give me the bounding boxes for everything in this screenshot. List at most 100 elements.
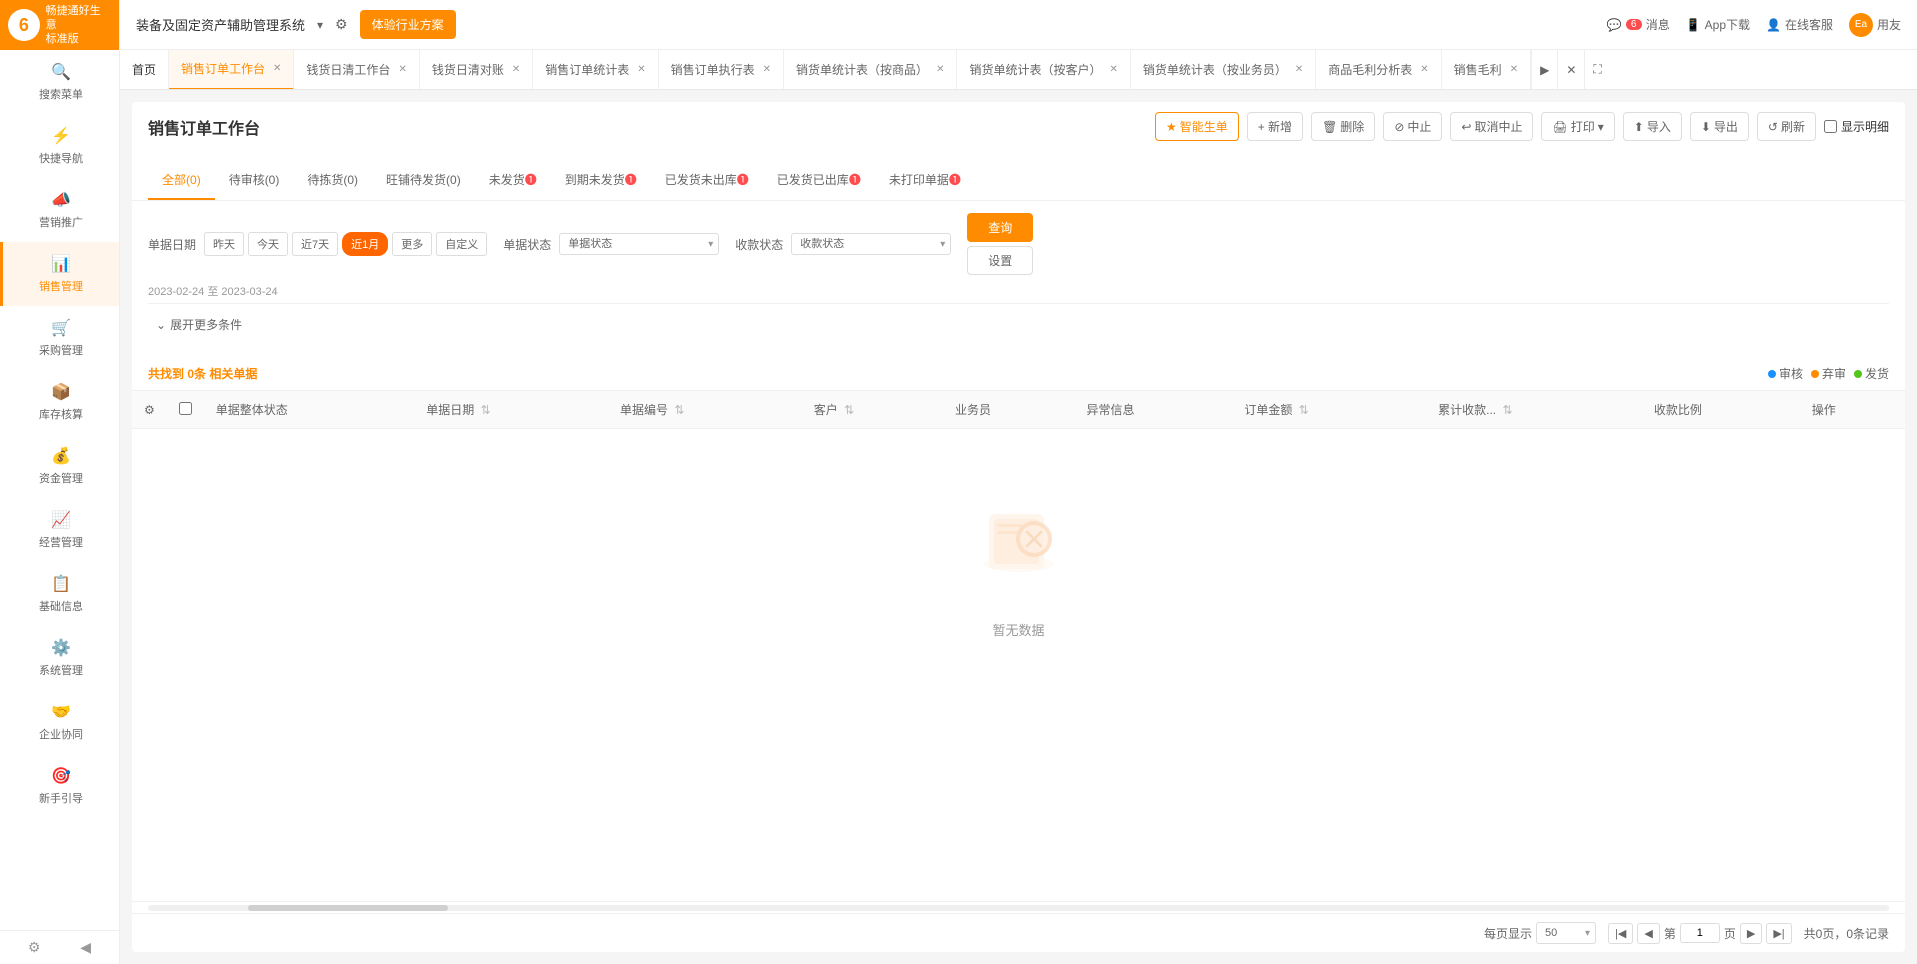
select-all-checkbox[interactable] bbox=[179, 402, 192, 415]
filter-tab-unprinted[interactable]: 未打印单据❶ bbox=[875, 161, 975, 200]
tab-cash-reconcile[interactable]: 钱货日清对账 ✕ bbox=[420, 50, 533, 90]
date-btn-7days[interactable]: 近7天 bbox=[292, 232, 338, 256]
expand-button[interactable]: ⌄ 展开更多条件 bbox=[148, 312, 1889, 337]
page-prev-btn[interactable]: ◀ bbox=[1637, 923, 1659, 944]
column-settings-icon[interactable]: ⚙ bbox=[144, 403, 155, 417]
show-detail-checkbox-label[interactable]: 显示明细 bbox=[1824, 118, 1889, 135]
filter-tab-pending-review[interactable]: 待审核(0) bbox=[215, 161, 294, 200]
sidebar-item-finance[interactable]: 💰 资金管理 bbox=[0, 434, 119, 498]
table-header-bar: 共找到 0条 相关单据 审核 bbox=[132, 357, 1905, 391]
add-button[interactable]: + 新增 bbox=[1247, 112, 1303, 141]
trial-button[interactable]: 体验行业方案 bbox=[360, 10, 456, 39]
collapse-icon[interactable]: ◀ bbox=[80, 939, 91, 956]
user-item[interactable]: Ea 用友 bbox=[1849, 13, 1901, 37]
online-service-item[interactable]: 👤 在线客服 bbox=[1766, 16, 1833, 33]
settings-icon[interactable]: ⚙ bbox=[28, 939, 41, 956]
sidebar-item-purchase[interactable]: 🛒 采购管理 bbox=[0, 306, 119, 370]
smart-order-button[interactable]: ★ 智能生单 bbox=[1155, 112, 1239, 141]
filter-tab-pending-inspect[interactable]: 待拣货(0) bbox=[293, 161, 372, 200]
page-number-input[interactable] bbox=[1680, 923, 1720, 943]
filter-tab-all[interactable]: 全部(0) bbox=[148, 161, 215, 200]
filter-tab-shipped-out[interactable]: 已发货已出库❶ bbox=[763, 161, 875, 200]
cancel-stop-button[interactable]: ↩ 取消中止 bbox=[1450, 112, 1533, 141]
date-btn-yesterday[interactable]: 昨天 bbox=[204, 232, 244, 256]
reject-btn[interactable]: 弃审 bbox=[1811, 365, 1846, 382]
sidebar-item-enterprise[interactable]: 🤝 企业协同 bbox=[0, 690, 119, 754]
basic-info-icon: 📋 bbox=[51, 574, 71, 594]
sidebar-item-system[interactable]: ⚙️ 系统管理 bbox=[0, 626, 119, 690]
date-range-buttons: 昨天 今天 近7天 近1月 更多 自定义 bbox=[204, 232, 487, 256]
delete-button[interactable]: 🗑 删除 bbox=[1311, 112, 1375, 141]
tab-cash-daily[interactable]: 钱货日清工作台 ✕ bbox=[294, 50, 419, 90]
export-button[interactable]: ⬇ 导出 bbox=[1690, 112, 1749, 141]
tab-sales-summary-prod[interactable]: 销货单统计表（按商品） ✕ bbox=[784, 50, 957, 90]
tab-sales-summary-cust[interactable]: 销货单统计表（按客户） ✕ bbox=[957, 50, 1130, 90]
message-item[interactable]: 💬 6 消息 bbox=[1607, 16, 1670, 33]
query-button[interactable]: 查询 bbox=[967, 213, 1033, 242]
sidebar-item-basic-info[interactable]: 📋 基础信息 bbox=[0, 562, 119, 626]
tab-close-icon[interactable]: ✕ bbox=[637, 64, 645, 75]
page-last-btn[interactable]: ▶| bbox=[1766, 923, 1791, 944]
tab-sales-workbench[interactable]: 销售订单工作台 ✕ bbox=[169, 50, 294, 90]
set-button[interactable]: 设置 bbox=[967, 246, 1033, 275]
date-btn-more[interactable]: 更多 bbox=[392, 232, 432, 256]
scroll-bar-area[interactable] bbox=[132, 901, 1905, 913]
th-amount[interactable]: 订单金额 ⇅ bbox=[1232, 391, 1426, 429]
sidebar-item-marketing[interactable]: 📣 营销推广 bbox=[0, 178, 119, 242]
tab-close-icon[interactable]: ✕ bbox=[398, 64, 406, 75]
tab-sales-exec[interactable]: 销售订单执行表 ✕ bbox=[659, 50, 784, 90]
import-button[interactable]: ⬆ 导入 bbox=[1623, 112, 1682, 141]
th-collected[interactable]: 累计收款... ⇅ bbox=[1426, 391, 1642, 429]
page-first-btn[interactable]: |◀ bbox=[1608, 923, 1633, 944]
tab-close-icon[interactable]: ✕ bbox=[1295, 64, 1303, 75]
scroll-thumb[interactable] bbox=[248, 905, 448, 911]
sort-icon: ⇅ bbox=[481, 403, 491, 417]
app-download-item[interactable]: 📱 App下载 bbox=[1686, 16, 1750, 33]
payment-select[interactable]: 收款状态 bbox=[791, 233, 951, 255]
approve-btn[interactable]: 审核 bbox=[1768, 365, 1803, 382]
tab-sales-summary-staff[interactable]: 销货单统计表（按业务员） ✕ bbox=[1131, 50, 1316, 90]
tab-close-icon[interactable]: ✕ bbox=[273, 63, 281, 74]
tab-home[interactable]: 首页 bbox=[120, 50, 169, 90]
tab-nav-fullscreen[interactable]: ⛶ bbox=[1584, 50, 1609, 90]
scroll-track[interactable] bbox=[148, 905, 1889, 911]
refresh-button[interactable]: ↺ 刷新 bbox=[1757, 112, 1816, 141]
sidebar-item-guide[interactable]: 🎯 新手引导 bbox=[0, 754, 119, 818]
table-scroll-area[interactable]: ⚙ 单据整体状态 bbox=[132, 391, 1905, 901]
print-button[interactable]: 🖨 打印 ▾ bbox=[1541, 112, 1614, 141]
stop-button[interactable]: ⊘ 中止 bbox=[1383, 112, 1442, 141]
header-dropdown[interactable]: ▾ bbox=[317, 18, 323, 32]
date-btn-1month[interactable]: 近1月 bbox=[342, 232, 388, 256]
show-detail-checkbox[interactable] bbox=[1824, 120, 1837, 133]
filter-tab-overdue[interactable]: 到期未发货❶ bbox=[551, 161, 651, 200]
date-btn-today[interactable]: 今天 bbox=[248, 232, 288, 256]
sidebar-item-inventory[interactable]: 📦 库存核算 bbox=[0, 370, 119, 434]
sidebar-item-operations[interactable]: 📈 经营管理 bbox=[0, 498, 119, 562]
header-gear-icon[interactable]: ⚙ bbox=[335, 16, 348, 33]
date-btn-custom[interactable]: 自定义 bbox=[436, 232, 487, 256]
filter-tab-shipped-no-warehouse[interactable]: 已发货未出库❶ bbox=[651, 161, 763, 200]
tab-nav-close-current[interactable]: ✕ bbox=[1557, 50, 1584, 90]
tab-sales-stats[interactable]: 销售订单统计表 ✕ bbox=[533, 50, 658, 90]
th-date[interactable]: 单据日期 ⇅ bbox=[414, 391, 608, 429]
tab-close-icon[interactable]: ✕ bbox=[1420, 64, 1428, 75]
page-next-btn[interactable]: ▶ bbox=[1740, 923, 1762, 944]
th-customer[interactable]: 客户 ⇅ bbox=[802, 391, 943, 429]
page-size-select[interactable]: 50 10 20 100 bbox=[1536, 922, 1596, 944]
sidebar-item-search[interactable]: 🔍 搜索菜单 bbox=[0, 50, 119, 114]
filter-tab-unshipped[interactable]: 未发货❶ bbox=[475, 161, 551, 200]
tab-close-icon[interactable]: ✕ bbox=[1109, 64, 1117, 75]
tab-gross-margin[interactable]: 商品毛利分析表 ✕ bbox=[1316, 50, 1441, 90]
status-select[interactable]: 单据状态 bbox=[559, 233, 719, 255]
sidebar-item-quick-nav[interactable]: ⚡ 快捷导航 bbox=[0, 114, 119, 178]
tab-sales-profit[interactable]: 销售毛利 ✕ bbox=[1442, 50, 1531, 90]
tab-close-icon[interactable]: ✕ bbox=[1510, 64, 1518, 75]
sidebar-item-sales[interactable]: 📊 销售管理 bbox=[0, 242, 119, 306]
ship-btn[interactable]: 发货 bbox=[1854, 365, 1889, 382]
filter-tab-wangpu[interactable]: 旺铺待发货(0) bbox=[372, 161, 475, 200]
tab-close-icon[interactable]: ✕ bbox=[763, 64, 771, 75]
tab-nav-more[interactable]: ▶ bbox=[1531, 50, 1557, 90]
tab-close-icon[interactable]: ✕ bbox=[512, 64, 520, 75]
tab-close-icon[interactable]: ✕ bbox=[936, 64, 944, 75]
th-number[interactable]: 单据编号 ⇅ bbox=[608, 391, 802, 429]
